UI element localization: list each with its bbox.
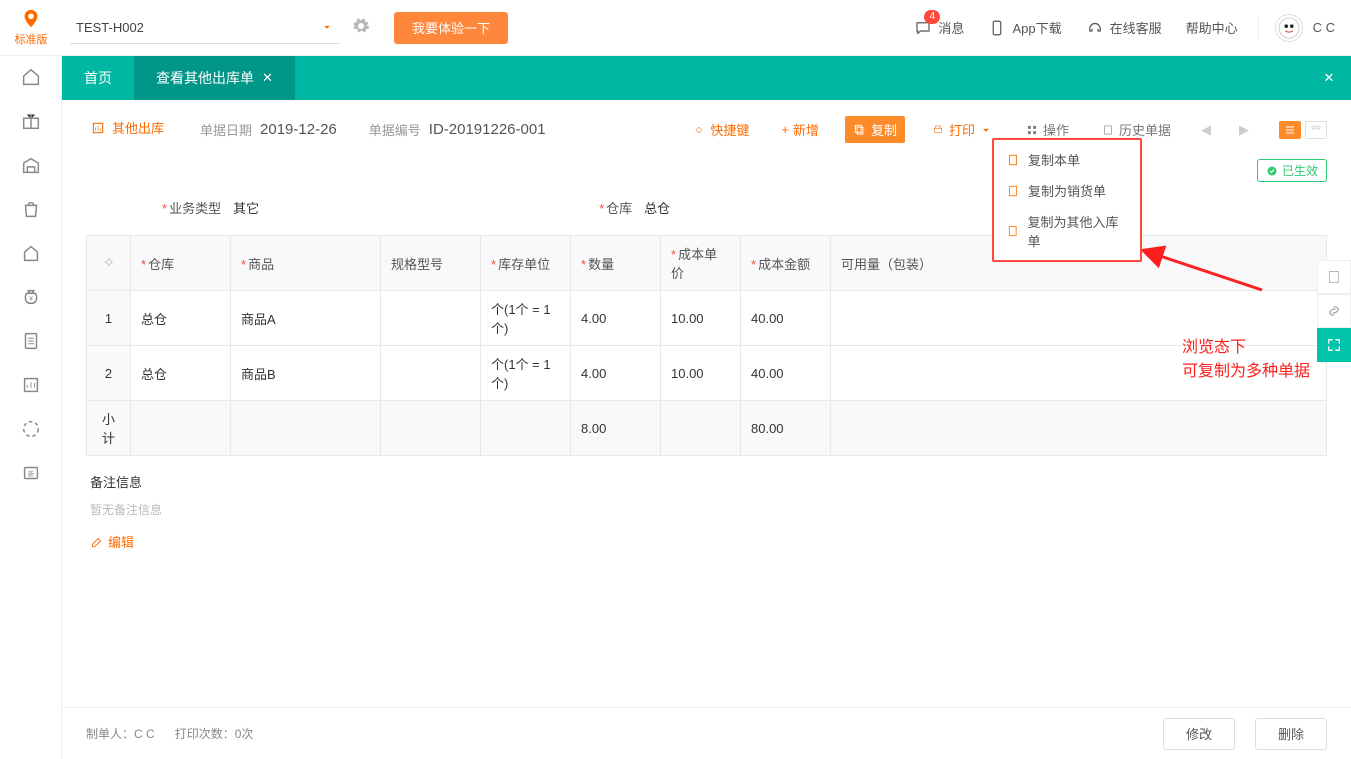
doc-icon bbox=[1006, 153, 1020, 167]
warehouse-icon[interactable] bbox=[20, 154, 42, 176]
plus-icon: + bbox=[781, 122, 789, 137]
loading-icon[interactable] bbox=[20, 418, 42, 440]
user-name: C C bbox=[1313, 20, 1335, 35]
settings-button[interactable] bbox=[352, 17, 370, 38]
list-view-button[interactable] bbox=[1279, 121, 1301, 139]
outbound-icon bbox=[90, 120, 106, 136]
delete-button[interactable]: 删除 bbox=[1255, 718, 1327, 750]
chevron-down-icon bbox=[320, 20, 334, 34]
brand-logo: 标准版 bbox=[0, 8, 62, 47]
svg-text:¥: ¥ bbox=[29, 296, 33, 303]
expand-icon bbox=[1326, 337, 1342, 353]
shortcut-button[interactable]: 快捷键 bbox=[686, 116, 755, 143]
headset-icon bbox=[1086, 19, 1104, 37]
gear-icon bbox=[352, 17, 370, 35]
line-items-table: *仓库 *商品 规格型号 *库存单位 *数量 *成本单价 *成本金额 可用量（包… bbox=[86, 235, 1327, 456]
gear-icon bbox=[102, 255, 116, 269]
expand-tool[interactable] bbox=[1317, 328, 1351, 362]
copy-button[interactable]: 复制 bbox=[845, 116, 905, 143]
remark-section: 备注信息 暂无备注信息 编辑 bbox=[62, 456, 1351, 567]
app-download-link[interactable]: App下载 bbox=[988, 18, 1061, 37]
tab-home[interactable]: 首页 bbox=[62, 56, 134, 100]
svg-text:新: 新 bbox=[27, 469, 34, 478]
next-doc-button[interactable]: ▶ bbox=[1235, 122, 1253, 138]
customer-service-link[interactable]: 在线客服 bbox=[1086, 18, 1162, 37]
clipboard-icon[interactable] bbox=[20, 330, 42, 352]
copy-as-other-inbound[interactable]: 复制为其他入库单 bbox=[994, 206, 1140, 256]
warehouse-value: 总仓 bbox=[644, 198, 670, 217]
tenant-selector[interactable]: TEST-H002 bbox=[70, 12, 340, 44]
doc-date: 2019-12-26 bbox=[260, 121, 337, 138]
document-footer: 制单人：C C 打印次数：0次 修改 删除 bbox=[62, 707, 1351, 759]
card-view-button[interactable] bbox=[1305, 121, 1327, 139]
tenant-name: TEST-H002 bbox=[76, 20, 312, 35]
brand-edition: 标准版 bbox=[15, 31, 48, 47]
link-tool[interactable] bbox=[1317, 294, 1351, 328]
modify-button[interactable]: 修改 bbox=[1163, 718, 1235, 750]
user-avatar[interactable] bbox=[1275, 14, 1303, 42]
note-tool[interactable] bbox=[1317, 260, 1351, 294]
status-badge: 已生效 bbox=[1257, 159, 1327, 182]
tab-strip: 首页 查看其他出库单 ✕ ✕ bbox=[62, 56, 1351, 100]
bag-icon[interactable] bbox=[20, 198, 42, 220]
table-row[interactable]: 1 总仓 商品A 个(1个 = 1个) 4.00 10.00 40.00 bbox=[87, 291, 1327, 346]
prev-doc-button[interactable]: ◀ bbox=[1197, 122, 1215, 138]
chevron-down-icon bbox=[979, 123, 993, 137]
new-button[interactable]: +新增 bbox=[775, 116, 825, 143]
home-icon[interactable] bbox=[20, 66, 42, 88]
doc-icon bbox=[1006, 224, 1020, 238]
new-icon[interactable]: 新 bbox=[20, 462, 42, 484]
messages-link[interactable]: 消息 4 bbox=[914, 18, 964, 37]
print-icon bbox=[931, 123, 945, 137]
close-icon[interactable]: ✕ bbox=[262, 70, 273, 86]
top-bar: 标准版 TEST-H002 我要体验一下 消息 4 App下载 在线客服 帮助中… bbox=[0, 0, 1351, 56]
remark-empty: 暂无备注信息 bbox=[90, 501, 1323, 518]
edit-remark-button[interactable]: 编辑 bbox=[90, 532, 1323, 551]
report-icon[interactable] bbox=[20, 374, 42, 396]
phone-icon bbox=[988, 19, 1006, 37]
link-icon bbox=[1326, 303, 1342, 319]
left-nav-rail: ¥ 新 bbox=[0, 56, 62, 759]
document-page: 其他出库 单据日期 2019-12-26 单据编号 ID-20191226-00… bbox=[62, 100, 1351, 759]
doc-type-tab[interactable]: 其他出库 bbox=[86, 110, 168, 149]
biztype-value: 其它 bbox=[233, 198, 259, 217]
side-float-tools bbox=[1317, 260, 1351, 362]
history-icon bbox=[1101, 123, 1115, 137]
copy-icon bbox=[853, 123, 867, 137]
copy-as-sales[interactable]: 复制为销货单 bbox=[994, 175, 1140, 206]
money-bag-icon[interactable]: ¥ bbox=[20, 286, 42, 308]
copy-this-doc[interactable]: 复制本单 bbox=[994, 144, 1140, 175]
doc-icon bbox=[1006, 184, 1020, 198]
form-fields: *业务类型 其它 *仓库 总仓 bbox=[62, 192, 1351, 235]
help-center-link[interactable]: 帮助中心 bbox=[1186, 18, 1238, 37]
doc-number: ID-20191226-001 bbox=[429, 121, 546, 138]
gear-small-icon bbox=[692, 123, 706, 137]
col-settings[interactable] bbox=[87, 236, 131, 291]
grid-icon bbox=[1025, 123, 1039, 137]
logo-icon bbox=[20, 8, 42, 30]
tab-current[interactable]: 查看其他出库单 ✕ bbox=[134, 56, 295, 100]
try-button[interactable]: 我要体验一下 bbox=[394, 12, 508, 44]
print-button[interactable]: 打印 bbox=[925, 116, 999, 143]
view-toggle bbox=[1279, 121, 1327, 139]
house-icon[interactable] bbox=[20, 242, 42, 264]
check-circle-icon bbox=[1266, 165, 1278, 177]
close-all-tabs[interactable]: ✕ bbox=[1307, 56, 1351, 100]
gift-icon[interactable] bbox=[20, 110, 42, 132]
note-icon bbox=[1326, 269, 1342, 285]
table-row[interactable]: 2 总仓 商品B 个(1个 = 1个) 4.00 10.00 40.00 bbox=[87, 346, 1327, 401]
subtotal-row: 小计 8.00 80.00 bbox=[87, 401, 1327, 456]
copy-dropdown-menu: 复制本单 复制为销货单 复制为其他入库单 bbox=[992, 138, 1142, 262]
document-header: 其他出库 单据日期 2019-12-26 单据编号 ID-20191226-00… bbox=[62, 100, 1351, 149]
edit-icon bbox=[90, 535, 104, 549]
avatar-icon bbox=[1278, 17, 1300, 39]
